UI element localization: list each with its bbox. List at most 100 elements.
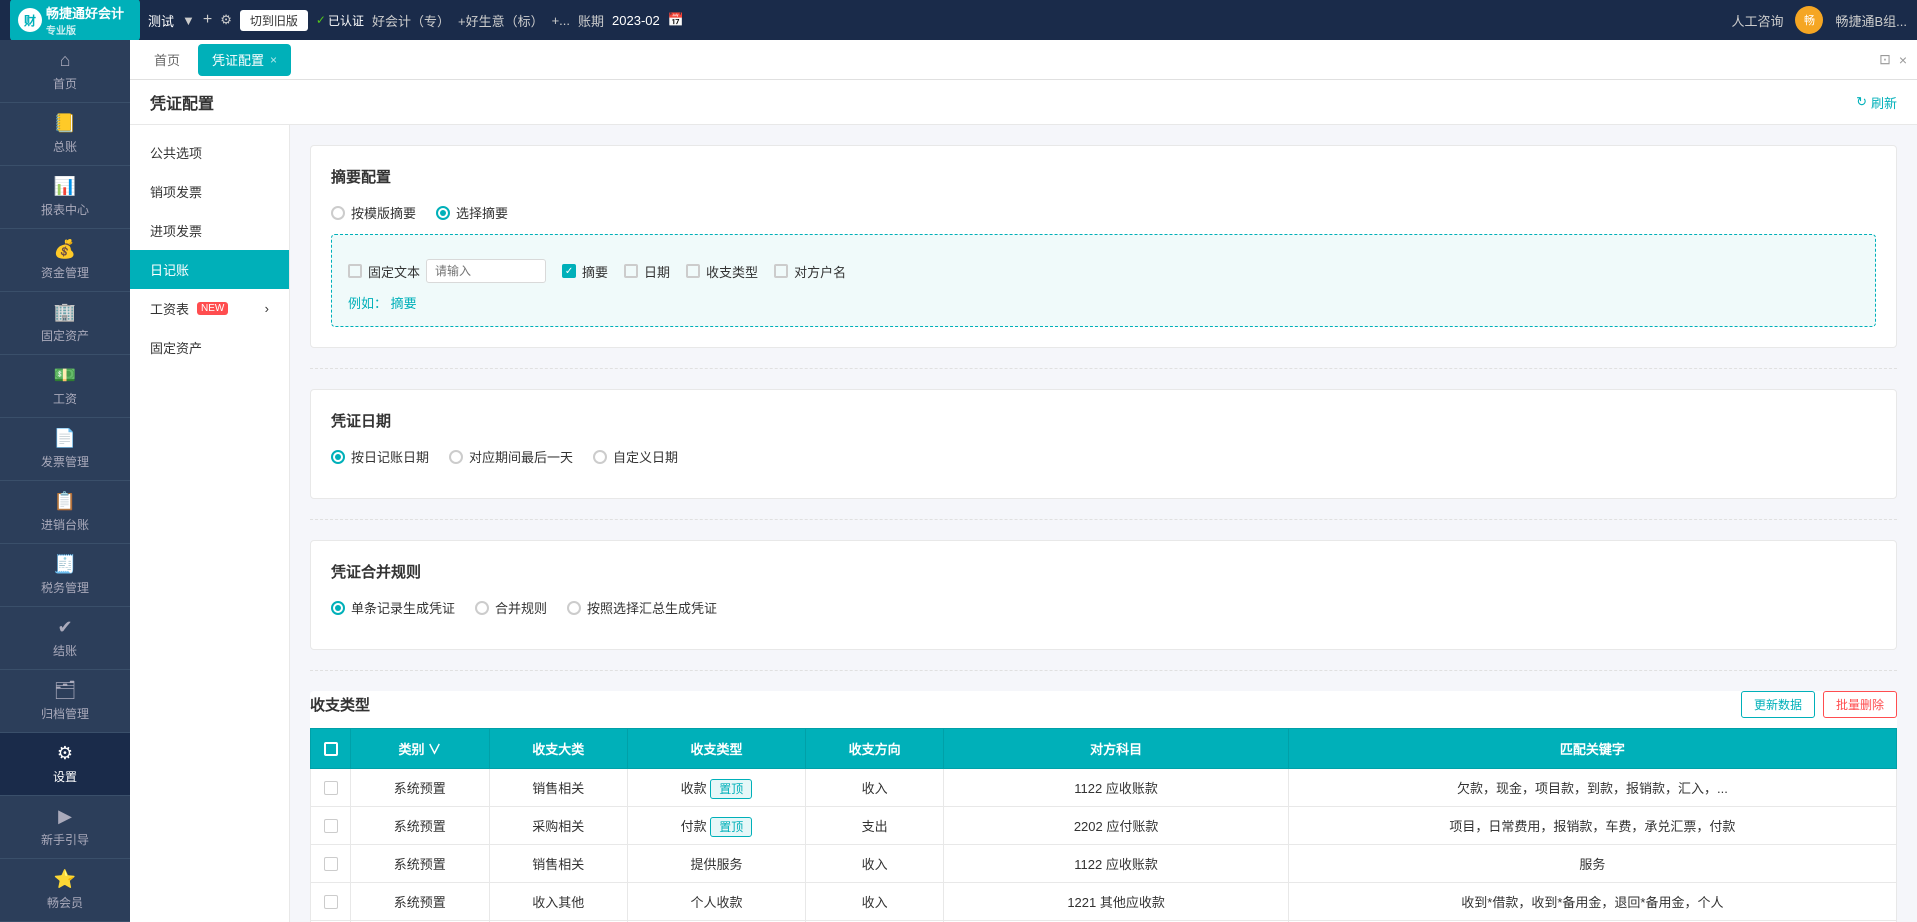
summary-checkbox: ✓	[562, 264, 576, 278]
dropdown-icon[interactable]: ▼	[182, 13, 195, 28]
tab-bar: 首页 凭证配置 × ⊡ ×	[130, 40, 1917, 80]
add-icon[interactable]: +	[203, 11, 212, 29]
radio-template-summary[interactable]: 按模版摘要	[331, 203, 416, 222]
app-sub: 专业版	[46, 22, 124, 37]
sidebar-label-closing: 结账	[53, 642, 77, 659]
radio-merge-rules[interactable]: 合并规则	[475, 598, 547, 617]
checkbox-3[interactable]	[324, 857, 338, 871]
calendar-icon[interactable]: 📅	[668, 12, 684, 28]
sidebar-item-reports[interactable]: 📊 报表中心	[0, 166, 130, 229]
sidebar-item-assets[interactable]: 🏢 固定资产	[0, 292, 130, 355]
income-expense-section: 收支类型 更新数据 批量删除	[310, 691, 1897, 922]
page-content: 凭证配置 ↻ 刷新 公共选项 销项发票	[130, 80, 1917, 922]
close-window-btn[interactable]: ×	[1899, 52, 1907, 68]
summary-section: 摘要配置 按模版摘要 选择摘要	[310, 145, 1897, 348]
sidebar-item-funds[interactable]: 💰 资金管理	[0, 229, 130, 292]
row1-checkbox[interactable]	[311, 769, 351, 807]
left-menu-public-label: 公共选项	[150, 143, 202, 162]
tab-voucher-config[interactable]: 凭证配置 ×	[198, 44, 291, 76]
sidebar-item-archive[interactable]: 🗂 归档管理	[0, 670, 130, 733]
radio-journal-date[interactable]: 按日记账日期	[331, 447, 429, 466]
sidebar-item-home[interactable]: ⌂ 首页	[0, 40, 130, 103]
tab-home[interactable]: 首页	[140, 44, 194, 76]
left-menu-fixed-assets[interactable]: 固定资产	[130, 328, 289, 367]
salary-icon: 💵	[54, 365, 76, 386]
table-action-buttons: 更新数据 批量删除	[1741, 691, 1897, 718]
restore-window-btn[interactable]: ⊡	[1879, 51, 1891, 68]
checkbox-2[interactable]	[324, 819, 338, 833]
table-header: 类别 ∨ 收支大类 收支类型 收支方向 对方科目 匹配关键字	[311, 729, 1897, 769]
radio-summary-generate[interactable]: 按照选择汇总生成凭证	[567, 598, 717, 617]
left-menu-journal[interactable]: 日记账	[130, 250, 289, 289]
purchase-icon: 📋	[54, 491, 76, 512]
row3-direction: 收入	[805, 845, 944, 883]
checkbox-fixed-text[interactable]: 固定文本	[348, 259, 546, 283]
checkbox-1[interactable]	[324, 781, 338, 795]
radio-template-circle	[331, 206, 345, 220]
income-expense-title: 收支类型	[310, 694, 370, 715]
archive-icon: 🗂	[54, 680, 77, 701]
summary-generate-label: 按照选择汇总生成凭证	[587, 598, 717, 617]
sidebar-label-assets: 固定资产	[41, 327, 89, 344]
example-text: 例如： 摘要	[348, 293, 1859, 312]
radio-custom-date[interactable]: 自定义日期	[593, 447, 678, 466]
sidebar-item-purchase[interactable]: 📋 进销台账	[0, 481, 130, 544]
update-data-button[interactable]: 更新数据	[1741, 691, 1815, 718]
sidebar-item-tax[interactable]: 🧾 税务管理	[0, 544, 130, 607]
sidebar-label-home: 首页	[53, 75, 77, 92]
refresh-button[interactable]: ↻ 刷新	[1856, 93, 1897, 112]
counterparty-label: 对方户名	[794, 262, 846, 281]
sidebar-item-closing[interactable]: ✔ 结账	[0, 607, 130, 670]
certified-badge: ✓ 已认证	[316, 12, 364, 29]
radio-select-summary[interactable]: 选择摘要	[436, 203, 508, 222]
sidebar-item-salary[interactable]: 💵 工资	[0, 355, 130, 418]
custom-date-circle	[593, 450, 607, 464]
member-icon: ⭐	[54, 869, 76, 890]
top-bar-content: 测试 ▼ + ⚙ 切到旧版 ✓ 已认证 好会计（专） +好生意（标） +... …	[148, 10, 1723, 31]
row3-keywords: 服务	[1288, 845, 1896, 883]
checkbox-date[interactable]: 日期	[624, 262, 670, 281]
row4-checkbox[interactable]	[311, 883, 351, 921]
invoice-icon: 📄	[54, 428, 76, 449]
fixed-text-checkbox	[348, 264, 362, 278]
tag-top-1[interactable]: 置顶	[710, 779, 752, 799]
checkbox-4[interactable]	[324, 895, 338, 909]
tab-close-icon[interactable]: ×	[270, 53, 277, 67]
th-checkbox[interactable]	[311, 729, 351, 769]
row3-checkbox[interactable]	[311, 845, 351, 883]
sidebar-label-archive: 归档管理	[41, 705, 89, 722]
left-menu-payroll[interactable]: 工资表 NEW ›	[130, 289, 289, 328]
payroll-arrow-icon: ›	[265, 301, 269, 316]
sidebar-item-guide[interactable]: ▶ 新手引导	[0, 796, 130, 859]
batch-delete-button[interactable]: 批量删除	[1823, 691, 1897, 718]
switch-version-button[interactable]: 切到旧版	[240, 10, 308, 31]
row2-checkbox[interactable]	[311, 807, 351, 845]
period-value: 2023-02	[612, 13, 660, 28]
settings-icon[interactable]: ⚙	[220, 12, 232, 28]
left-menu-sales-invoice[interactable]: 销项发票	[130, 172, 289, 211]
consult-btn[interactable]: 人工咨询	[1731, 11, 1783, 30]
radio-period-last-day[interactable]: 对应期间最后一天	[449, 447, 573, 466]
page-title: 凭证配置	[150, 90, 214, 114]
checkbox-income-type[interactable]: 收支类型	[686, 262, 758, 281]
config-layout: 公共选项 销项发票 进项发票 日记账 工资表	[130, 125, 1917, 922]
left-menu-purchase-invoice[interactable]: 进项发票	[130, 211, 289, 250]
funds-icon: 💰	[54, 239, 76, 260]
radio-single-record[interactable]: 单条记录生成凭证	[331, 598, 455, 617]
period-label: 账期	[578, 11, 604, 30]
checkbox-summary[interactable]: ✓ 摘要	[562, 262, 608, 281]
sidebar-item-ledger[interactable]: 📒 总账	[0, 103, 130, 166]
avatar[interactable]: 畅	[1795, 6, 1823, 34]
row1-type: 收款 置顶	[628, 769, 806, 807]
settings-sidebar-icon: ⚙	[57, 743, 73, 764]
fixed-text-input[interactable]	[426, 259, 546, 283]
checkbox-counterparty[interactable]: 对方户名	[774, 262, 846, 281]
single-record-circle	[331, 601, 345, 615]
sidebar-item-settings[interactable]: ⚙ 设置	[0, 733, 130, 796]
left-menu-public[interactable]: 公共选项	[130, 133, 289, 172]
sidebar-item-invoice[interactable]: 📄 发票管理	[0, 418, 130, 481]
row2-direction: 支出	[805, 807, 944, 845]
tag-top-2[interactable]: 置顶	[710, 817, 752, 837]
select-all-checkbox[interactable]	[324, 742, 338, 756]
sidebar-item-member[interactable]: ⭐ 畅会员	[0, 859, 130, 922]
